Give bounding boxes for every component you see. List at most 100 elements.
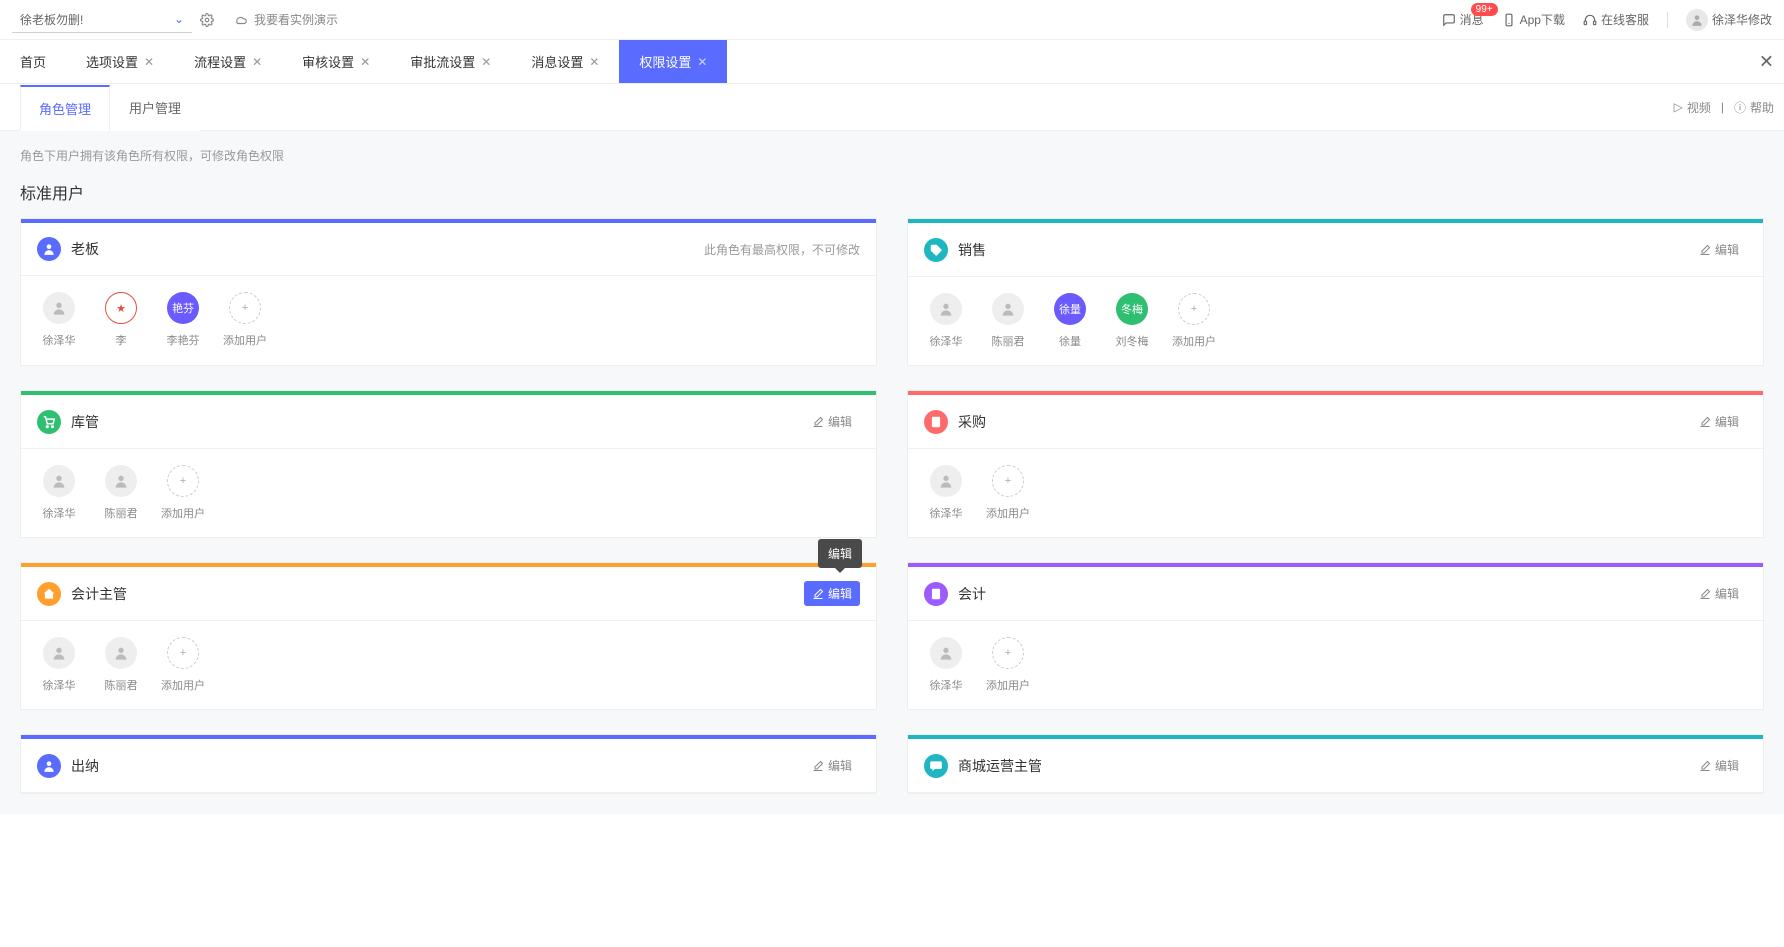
role-card: 出纳编辑+添加用户 [20,734,877,794]
user-name: 徐量 [1059,333,1081,349]
card-header-right: 此角色有最高权限，不可修改 [704,241,860,258]
close-icon[interactable]: ✕ [697,55,707,69]
add-user-button[interactable]: +添加用户 [986,637,1030,693]
user-item[interactable]: 陈丽君 [986,293,1030,349]
role-card: 编辑会计主管编辑徐泽华陈丽君+添加用户 [20,562,877,710]
company-select[interactable]: 徐老板勿删! ⌄ [12,7,192,33]
role-note: 此角色有最高权限，不可修改 [704,241,860,258]
messages-button[interactable]: 消息 99+ [1442,11,1484,28]
role-name: 出纳 [71,756,99,776]
card-header: 采购编辑 [908,395,1763,449]
user-item[interactable]: ★李 [99,292,143,348]
app-download-label: App下载 [1520,11,1565,28]
close-icon[interactable]: ✕ [360,55,370,69]
edit-button[interactable]: 编辑 [804,581,860,606]
edit-button[interactable]: 编辑 [1691,753,1747,778]
close-icon[interactable]: ✕ [144,55,154,69]
add-user-button[interactable]: +添加用户 [1172,293,1216,349]
role-cards-grid: 老板此角色有最高权限，不可修改徐泽华★李艳芬李艳芬+添加用户销售编辑徐泽华陈丽君… [20,218,1764,794]
card-header: 出纳 编辑 [21,739,876,793]
role-name: 老板 [71,239,99,259]
tooltip: 编辑 [818,539,862,568]
edit-button[interactable]: 编辑 [1691,409,1747,434]
tab-item[interactable]: 审核设置✕ [282,40,390,83]
tab-home-label: 首页 [20,52,46,71]
add-user-button[interactable]: +添加用户 [161,465,205,521]
edit-button[interactable]: 编辑 [804,409,860,434]
demo-link[interactable]: 我要看实例演示 [234,11,338,28]
add-user-label: 添加用户 [986,677,1030,693]
user-name: 李 [116,332,127,348]
edit-label: 编辑 [1715,241,1739,258]
close-icon[interactable]: ✕ [481,55,491,69]
edit-label: 编辑 [828,413,852,430]
subtab-role-management[interactable]: 角色管理 [20,85,110,131]
card-header-right: 编辑 [804,581,860,606]
tab-label: 权限设置 [639,52,691,71]
customer-service-button[interactable]: 在线客服 [1583,11,1649,28]
user-item[interactable]: 陈丽君 [99,465,143,521]
role-icon [37,237,61,261]
user-item[interactable]: 徐泽华 [924,465,968,521]
role-icon [924,754,948,778]
tab-label: 流程设置 [194,52,246,71]
card-header-right: 编辑 [804,409,860,434]
user-name: 陈丽君 [105,677,138,693]
role-name: 销售 [958,240,986,260]
edit-button[interactable]: 编辑 [1691,581,1747,606]
gear-icon[interactable] [200,13,214,27]
user-avatar [43,465,75,497]
video-link[interactable]: ▷ 视频 [1674,99,1711,116]
card-header: 库管 编辑 [21,395,876,449]
add-user-label: 添加用户 [161,505,205,521]
card-header-right: 编辑 [1691,581,1747,606]
company-name: 徐老板勿删! [20,11,83,28]
user-item[interactable]: 陈丽君 [99,637,143,693]
user-avatar: ★ [105,292,137,324]
user-name: 刘冬梅 [1116,333,1149,349]
tab-home[interactable]: 首页 [0,40,66,83]
add-user-button[interactable]: +添加用户 [223,292,267,348]
add-user-button[interactable]: +添加用户 [161,637,205,693]
user-avatar [105,637,137,669]
role-card: 库管 编辑徐泽华陈丽君 +添加用户 [20,390,877,538]
user-avatar: 艳芬 [167,292,199,324]
user-item[interactable]: 徐量徐量 [1048,293,1092,349]
user-item[interactable]: 徐泽华 [924,637,968,693]
close-icon[interactable]: ✕ [589,55,599,69]
subtab-user-management[interactable]: 用户管理 [110,85,200,131]
help-link[interactable]: ⓘ 帮助 [1734,99,1774,116]
tab-item[interactable]: 权限设置 ✕ [619,40,727,83]
add-user-button[interactable]: +添加用户 [986,465,1030,521]
role-card: 商城运营主管编辑+添加用户 [907,734,1764,794]
app-download-button[interactable]: App下载 [1502,11,1565,28]
user-avatar: 徐量 [1054,293,1086,325]
close-icon[interactable]: ✕ [252,55,262,69]
role-name: 库管 [71,412,99,432]
phone-icon [1502,13,1516,27]
edit-label: 编辑 [1715,413,1739,430]
card-header: 商城运营主管编辑 [908,739,1763,793]
user-item[interactable]: 徐泽华 [924,293,968,349]
role-icon [924,582,948,606]
edit-button[interactable]: 编辑 [1691,237,1747,262]
user-item[interactable]: 徐泽华 [37,465,81,521]
edit-icon [1699,588,1711,600]
user-menu[interactable]: 徐泽华修改 [1686,9,1772,31]
user-item[interactable]: 徐泽华 [37,637,81,693]
user-item[interactable]: 徐泽华 [37,292,81,348]
user-item[interactable]: 艳芬李艳芬 [161,292,205,348]
tab-item[interactable]: 消息设置✕ [511,40,619,83]
edit-icon [1699,244,1711,256]
tab-item[interactable]: 流程设置 ✕ [174,40,282,83]
card-header: 老板 此角色有最高权限，不可修改 [21,223,876,276]
add-user-label: 添加用户 [161,677,205,693]
tab-item[interactable]: 选项设置✕ [66,40,174,83]
tab-item[interactable]: 审批流设置✕ [390,40,511,83]
user-avatar [930,637,962,669]
user-item[interactable]: 冬梅刘冬梅 [1110,293,1154,349]
close-all-tabs-button[interactable]: ✕ [1759,51,1774,72]
edit-button[interactable]: 编辑 [804,753,860,778]
card-header: 销售 编辑 [908,223,1763,277]
edit-label: 编辑 [828,585,852,602]
